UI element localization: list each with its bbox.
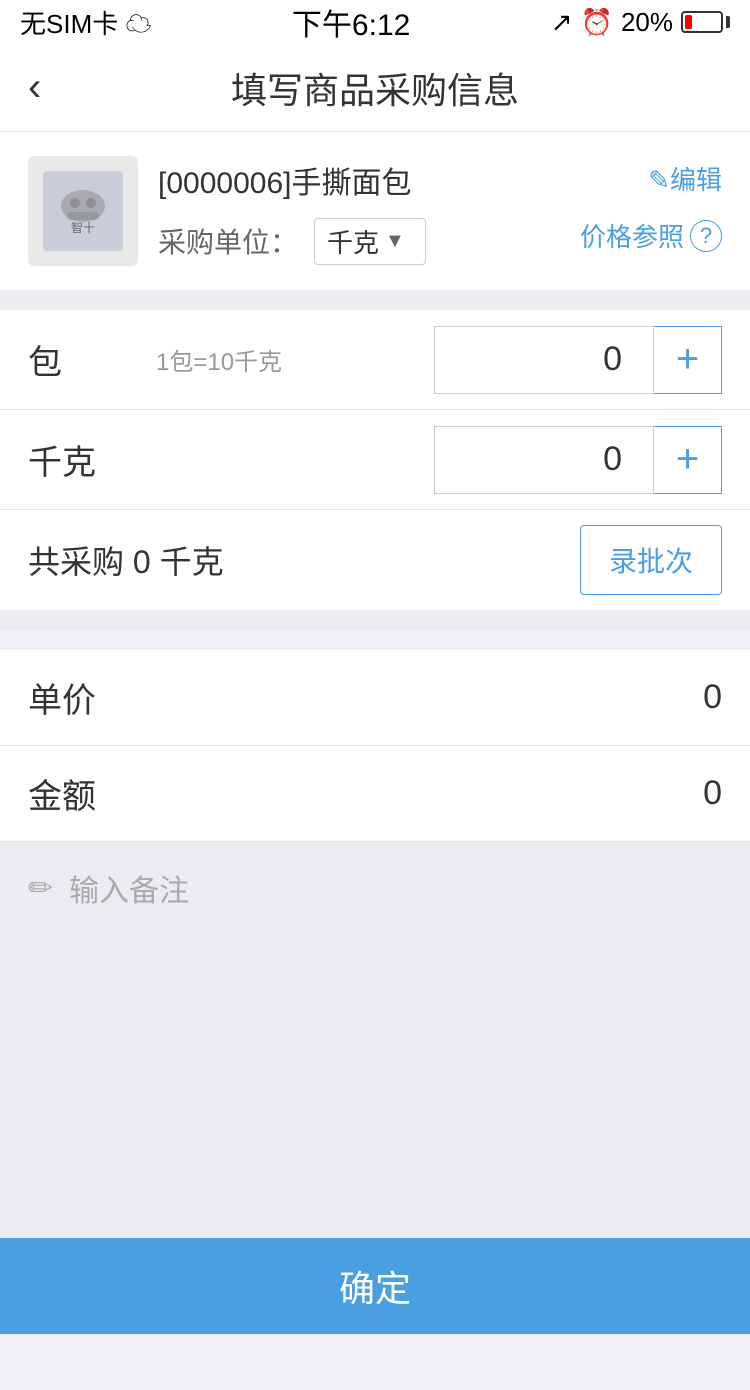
status-right: ↗ ⏰ 20% — [551, 7, 730, 38]
status-bar: 无SIM卡 ☁ 下午6:12 ↗ ⏰ 20% — [0, 0, 750, 44]
total-label: 共采购 0 千克 — [28, 537, 224, 583]
battery-percent: 20% — [621, 7, 673, 38]
unit-dropdown-arrow: ▼ — [385, 230, 405, 253]
kg-plus-button[interactable]: + — [654, 426, 722, 494]
batch-button[interactable]: 录批次 — [580, 525, 722, 595]
kg-label: 千克 — [28, 435, 148, 484]
bao-plus-button[interactable]: + — [654, 326, 722, 394]
remarks-section[interactable]: ✏ 输入备注 — [0, 842, 750, 934]
status-left: 无SIM卡 ☁ — [20, 4, 151, 41]
bao-input[interactable] — [434, 326, 654, 394]
unit-selector[interactable]: 千克 ▼ — [314, 218, 426, 265]
unit-price-value: 0 — [703, 678, 722, 717]
help-icon: ? — [690, 220, 722, 252]
info-section: 单价 0 金额 0 — [0, 650, 750, 842]
section-divider-1 — [0, 290, 750, 310]
location-icon: ↗ — [551, 7, 573, 38]
battery-icon — [681, 11, 730, 33]
product-info: [0000006]手撕面包 采购单位： 千克 ▼ — [158, 158, 560, 265]
kg-input[interactable] — [434, 426, 654, 494]
nav-bar: ‹ 填写商品采购信息 — [0, 44, 750, 132]
sim-label: 无SIM卡 ☁ — [20, 4, 151, 41]
product-name: [0000006]手撕面包 — [158, 158, 560, 202]
product-card: 智十 [0000006]手撕面包 采购单位： 千克 ▼ ✎编辑 价格参照 ? — [0, 132, 750, 290]
bao-input-row: 包 1包=10千克 + — [0, 310, 750, 410]
confirm-button-label: 确定 — [339, 1260, 411, 1312]
product-unit-row: 采购单位： 千克 ▼ — [158, 218, 560, 265]
amount-value: 0 — [703, 774, 722, 813]
bao-input-right: + — [434, 326, 722, 394]
unit-label: 采购单位： — [158, 221, 298, 261]
section-divider-2 — [0, 610, 750, 630]
amount-label: 金额 — [28, 769, 96, 818]
bao-sublabel: 1包=10千克 — [156, 342, 282, 377]
price-reference-button[interactable]: 价格参照 ? — [580, 217, 722, 254]
unit-value: 千克 — [327, 223, 379, 260]
product-thumbnail: 智十 — [28, 156, 138, 266]
kg-input-row: 千克 + — [0, 410, 750, 510]
pencil-icon: ✏ — [28, 871, 53, 906]
page-title: 填写商品采购信息 — [231, 62, 519, 114]
total-row: 共采购 0 千克 录批次 — [0, 510, 750, 610]
bao-label: 包 — [28, 335, 148, 384]
alarm-icon: ⏰ — [581, 7, 613, 38]
back-button[interactable]: ‹ — [28, 65, 41, 110]
product-actions: ✎编辑 价格参照 ? — [580, 156, 722, 254]
product-logo: 智十 — [43, 171, 123, 251]
remarks-placeholder: 输入备注 — [69, 866, 189, 910]
edit-button[interactable]: ✎编辑 — [648, 160, 722, 197]
status-time: 下午6:12 — [292, 0, 410, 44]
confirm-button[interactable]: 确定 — [0, 1238, 750, 1334]
unit-price-label: 单价 — [28, 673, 96, 722]
kg-input-right: + — [434, 426, 722, 494]
svg-text:智十: 智十 — [71, 220, 95, 235]
unit-price-row: 单价 0 — [0, 650, 750, 746]
amount-row: 金额 0 — [0, 746, 750, 842]
quantity-section: 包 1包=10千克 + 千克 + — [0, 310, 750, 510]
